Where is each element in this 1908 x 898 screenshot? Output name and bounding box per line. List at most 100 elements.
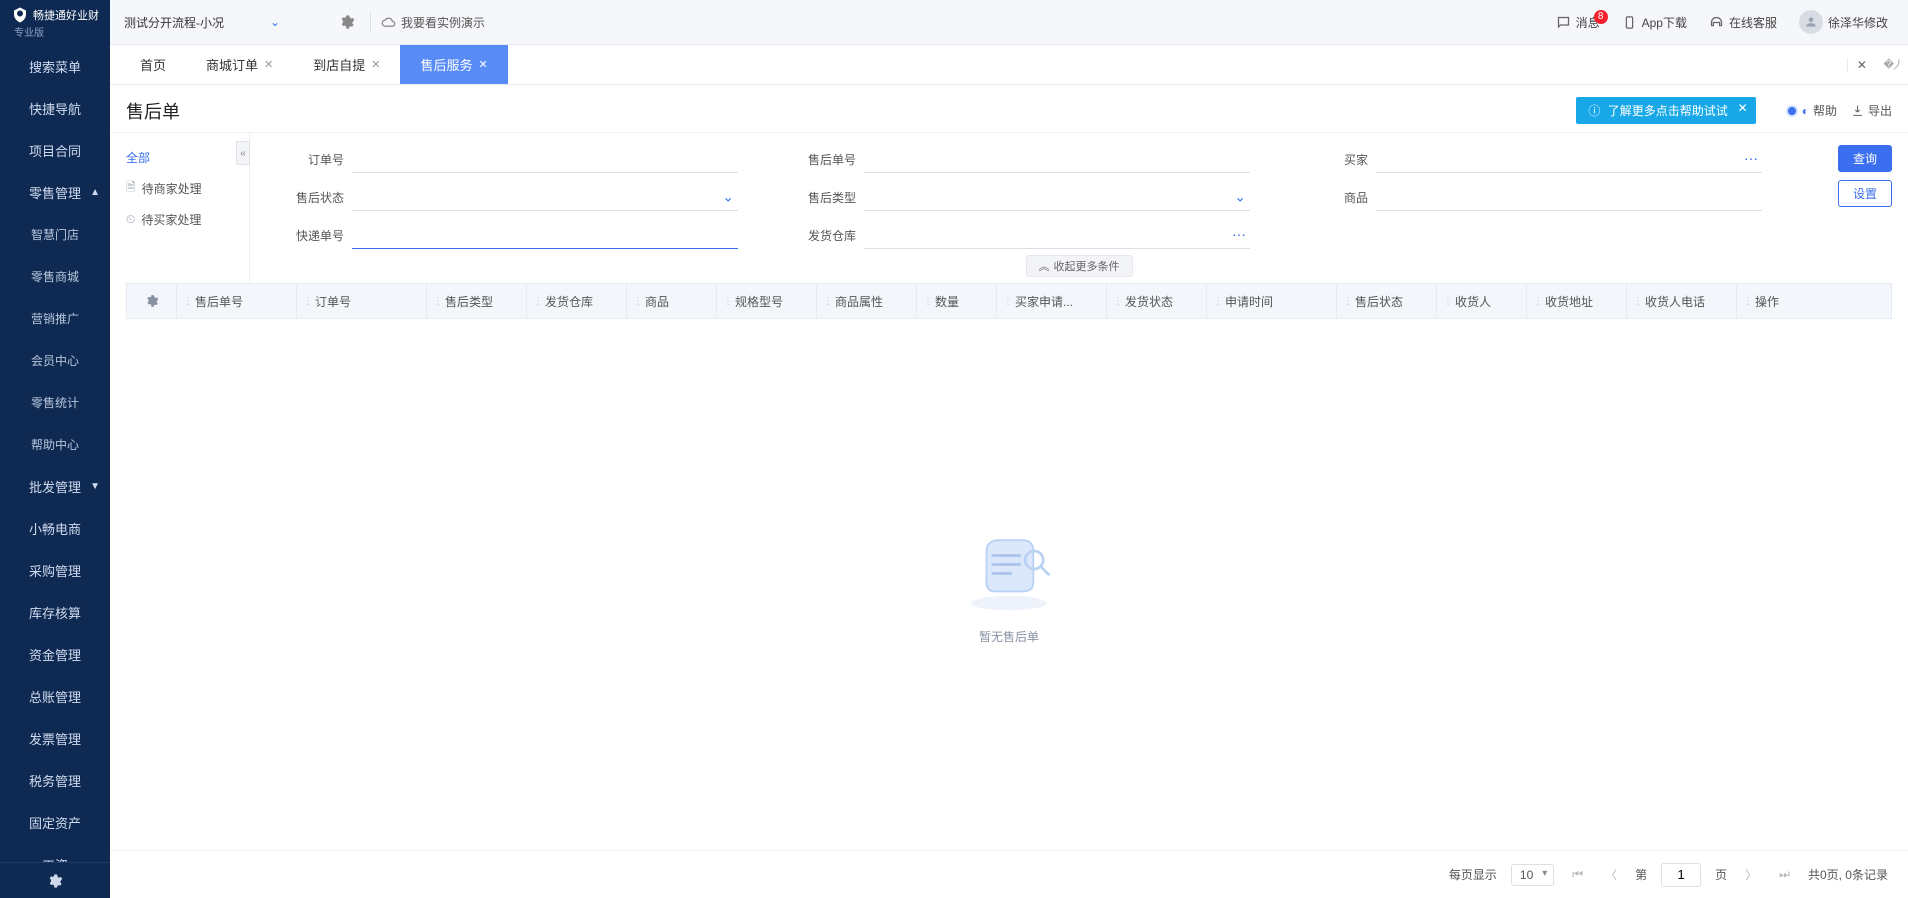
clock-icon: ⏲	[126, 212, 135, 227]
sidebar-settings[interactable]	[0, 862, 110, 898]
filter-side-0[interactable]: 全部	[110, 143, 249, 172]
chevron-down-icon[interactable]: ⌄	[1234, 189, 1246, 206]
select-after-type[interactable]	[864, 183, 1250, 211]
drag-icon[interactable]: ⋮⋮	[823, 296, 843, 307]
sidebar-item-4[interactable]: 智慧门店	[0, 213, 110, 255]
input-order-no[interactable]	[352, 145, 738, 173]
drag-icon[interactable]: ⋮⋮	[1443, 296, 1463, 307]
input-express-no[interactable]	[352, 221, 738, 249]
sidebar-item-18[interactable]: 固定资产	[0, 801, 110, 843]
sidebar-item-12[interactable]: 采购管理	[0, 549, 110, 591]
more-icon[interactable]: ⋯	[1744, 151, 1758, 168]
close-icon[interactable]: ✕	[479, 58, 488, 71]
help-link[interactable]: ◐ 帮助	[1788, 102, 1837, 119]
col-12[interactable]: ⋮⋮收货人	[1437, 284, 1527, 318]
close-icon[interactable]: ✕	[371, 58, 380, 71]
col-3[interactable]: ⋮⋮发货仓库	[527, 284, 627, 318]
user-menu[interactable]: 徐泽华修改	[1793, 10, 1894, 34]
drag-icon[interactable]: ⋮⋮	[1003, 296, 1023, 307]
col-10[interactable]: ⋮⋮申请时间	[1207, 284, 1337, 318]
drag-icon[interactable]: ⋮⋮	[1213, 296, 1233, 307]
input-buyer[interactable]	[1376, 145, 1762, 173]
next-page-button[interactable]: 〉	[1741, 866, 1761, 883]
drag-icon[interactable]: ⋮⋮	[1113, 296, 1133, 307]
col-1[interactable]: ⋮⋮订单号	[297, 284, 427, 318]
drag-icon[interactable]: ⋮⋮	[533, 296, 553, 307]
drag-icon[interactable]: ⋮⋮	[1743, 296, 1763, 307]
sidebar-item-13[interactable]: 库存核算	[0, 591, 110, 633]
sidebar-item-16[interactable]: 发票管理	[0, 717, 110, 759]
col-13[interactable]: ⋮⋮收货地址	[1527, 284, 1627, 318]
chevron-down-icon[interactable]: ⌄	[722, 189, 734, 206]
more-icon[interactable]: ⋯	[1232, 227, 1246, 244]
sidebar-item-0[interactable]: 搜索菜单	[0, 45, 110, 87]
sidebar-item-19[interactable]: 工资	[0, 843, 110, 862]
collapse-filter-sidebar[interactable]: «	[236, 141, 250, 165]
query-button[interactable]: 查询	[1838, 145, 1892, 172]
drag-icon[interactable]: ⋮⋮	[183, 296, 203, 307]
last-page-button[interactable]: ⏭	[1775, 867, 1794, 882]
sidebar-item-2[interactable]: 项目合同	[0, 129, 110, 171]
close-all-tabs[interactable]: ✕	[1847, 58, 1875, 72]
sidebar-item-5[interactable]: 零售商城	[0, 255, 110, 297]
drag-icon[interactable]: ⋮⋮	[433, 296, 453, 307]
tab-3[interactable]: 售后服务✕	[400, 45, 507, 84]
drag-icon[interactable]: ⋮⋮	[1633, 296, 1653, 307]
org-settings-button[interactable]	[334, 9, 360, 35]
sidebar-item-8[interactable]: 零售统计	[0, 381, 110, 423]
sidebar-item-6[interactable]: 营销推广	[0, 297, 110, 339]
filter-side-2[interactable]: ⏲待买家处理	[110, 205, 249, 234]
tab-1[interactable]: 商城订单✕	[186, 45, 293, 84]
column-settings[interactable]	[127, 284, 177, 318]
sidebar-item-9[interactable]: 帮助中心	[0, 423, 110, 465]
demo-link[interactable]: 我要看实例演示	[381, 14, 485, 31]
app-download-button[interactable]: App下载	[1616, 14, 1693, 31]
sidebar-item-15[interactable]: 总账管理	[0, 675, 110, 717]
input-ship-wh[interactable]	[864, 221, 1250, 249]
col-14[interactable]: ⋮⋮收货人电话	[1627, 284, 1737, 318]
tab-0[interactable]: 首页	[120, 45, 186, 84]
input-after-no[interactable]	[864, 145, 1250, 173]
sidebar-item-3[interactable]: 零售管理▲	[0, 171, 110, 213]
col-9[interactable]: ⋮⋮发货状态	[1107, 284, 1207, 318]
drag-icon[interactable]: ⋮⋮	[1533, 296, 1553, 307]
first-page-button[interactable]: ⏮	[1568, 867, 1587, 882]
col-15[interactable]: ⋮⋮操作	[1737, 284, 1837, 318]
page-input[interactable]	[1661, 863, 1701, 887]
col-2[interactable]: ⋮⋮售后类型	[427, 284, 527, 318]
col-8[interactable]: ⋮⋮买家申请...	[997, 284, 1107, 318]
sidebar-item-11[interactable]: 小畅电商	[0, 507, 110, 549]
prev-page-button[interactable]: 〈	[1601, 866, 1621, 883]
drag-icon[interactable]: ⋮⋮	[633, 296, 653, 307]
sidebar-item-1[interactable]: 快捷导航	[0, 87, 110, 129]
tab-2[interactable]: 到店自提✕	[293, 45, 400, 84]
drag-icon[interactable]: ⋮⋮	[1343, 296, 1363, 307]
settings-button[interactable]: 设置	[1838, 180, 1892, 207]
col-0[interactable]: ⋮⋮售后单号	[177, 284, 297, 318]
close-icon[interactable]: ✕	[264, 58, 273, 71]
col-6[interactable]: ⋮⋮商品属性	[817, 284, 917, 318]
export-button[interactable]: 导出	[1851, 102, 1892, 119]
drag-icon[interactable]: ⋮⋮	[923, 296, 943, 307]
drag-icon[interactable]: ⋮⋮	[303, 296, 323, 307]
messages-button[interactable]: 消息 8	[1550, 14, 1606, 31]
per-page-select[interactable]: 10	[1511, 864, 1554, 886]
select-after-status[interactable]	[352, 183, 738, 211]
sidebar-item-17[interactable]: 税务管理	[0, 759, 110, 801]
support-button[interactable]: 在线客服	[1703, 14, 1783, 31]
sidebar-item-7[interactable]: 会员中心	[0, 339, 110, 381]
drag-icon[interactable]: ⋮⋮	[723, 296, 743, 307]
label-after-status: 售后状态	[266, 189, 344, 206]
input-product[interactable]	[1376, 183, 1762, 211]
collapse-filters-button[interactable]: ︽ 收起更多条件	[1026, 255, 1133, 277]
org-selector[interactable]: 测试分开流程-小况 ⌄	[124, 14, 324, 31]
col-5[interactable]: ⋮⋮规格型号	[717, 284, 817, 318]
col-4[interactable]: ⋮⋮商品	[627, 284, 717, 318]
sidebar-item-10[interactable]: 批发管理▼	[0, 465, 110, 507]
close-icon[interactable]: ✕	[1738, 101, 1748, 115]
col-7[interactable]: ⋮⋮数量	[917, 284, 997, 318]
filter-side-1[interactable]: 🗎待商家处理	[110, 172, 249, 205]
col-11[interactable]: ⋮⋮售后状态	[1337, 284, 1437, 318]
sidebar-item-14[interactable]: 资金管理	[0, 633, 110, 675]
tab-overflow[interactable]: �⵰	[1883, 57, 1900, 72]
